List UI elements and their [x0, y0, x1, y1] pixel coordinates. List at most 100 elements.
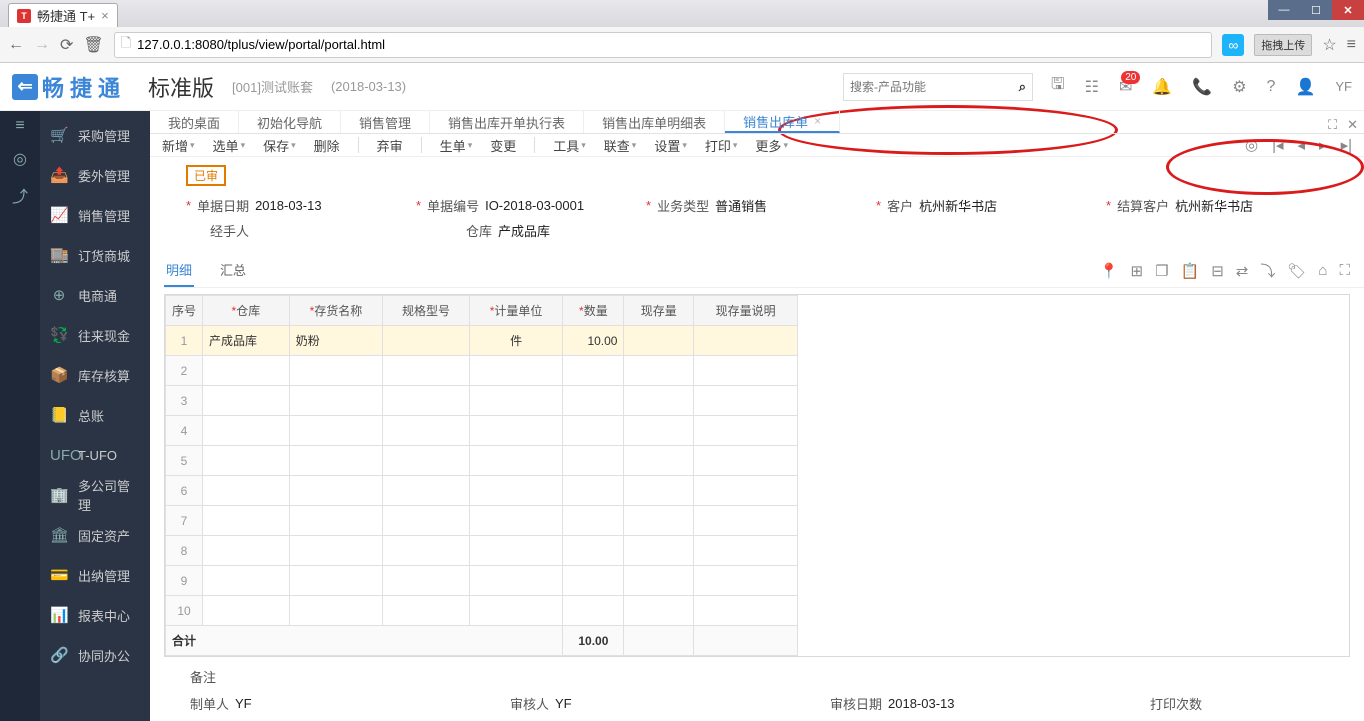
browser-tab[interactable]: T 畅捷通 T+ ×: [8, 3, 118, 27]
sidebar-item-5[interactable]: 💱往来现金: [40, 315, 150, 355]
bill-no[interactable]: IO-2018-03-0001: [485, 198, 584, 213]
first-record-icon[interactable]: |◂: [1272, 136, 1283, 154]
col-7[interactable]: 现存量说明: [694, 296, 798, 326]
sidebar-item-6[interactable]: 📦库存核算: [40, 355, 150, 395]
toolbar-弃审[interactable]: 弃审: [377, 136, 403, 155]
sub-tab-summary[interactable]: 汇总: [218, 254, 248, 287]
search-box[interactable]: ⌕: [843, 73, 1033, 101]
bill-date[interactable]: 2018-03-13: [255, 198, 322, 213]
col-3[interactable]: 规格型号: [383, 296, 470, 326]
gear-icon[interactable]: ⚙: [1232, 77, 1246, 97]
toolbar-选单[interactable]: 选单 ▾: [213, 136, 246, 155]
window-close-button[interactable]: ✕: [1332, 0, 1364, 20]
user-icon[interactable]: 👤: [1295, 77, 1315, 97]
target-icon[interactable]: ◎: [13, 149, 27, 169]
table-row-empty[interactable]: 4: [166, 416, 798, 446]
table-row-empty[interactable]: 3: [166, 386, 798, 416]
col-2[interactable]: *存货名称: [289, 296, 382, 326]
sidebar-item-8[interactable]: UFOT-UFO: [40, 435, 150, 475]
sidebar-item-11[interactable]: 💳出纳管理: [40, 555, 150, 595]
fullscreen-icon[interactable]: ⛶: [1339, 262, 1350, 279]
bookmark-icon[interactable]: ☆: [1322, 35, 1336, 55]
toolbar-新增[interactable]: 新增 ▾: [162, 136, 195, 155]
sidebar-item-12[interactable]: 📊报表中心: [40, 595, 150, 635]
toolbar-保存[interactable]: 保存 ▾: [263, 136, 296, 155]
col-4[interactable]: *计量单位: [469, 296, 562, 326]
close-tab-icon[interactable]: ×: [101, 8, 109, 23]
table-row-empty[interactable]: 10: [166, 596, 798, 626]
prev-record-icon[interactable]: ◂: [1298, 136, 1306, 154]
col-6[interactable]: 现存量: [624, 296, 694, 326]
hamburger-icon[interactable]: ≡: [15, 117, 24, 135]
delete-row-icon[interactable]: ⊟: [1211, 262, 1224, 280]
page-tab-0[interactable]: 我的桌面: [150, 111, 239, 133]
address-bar[interactable]: 🗋: [114, 32, 1213, 58]
search-input[interactable]: [850, 80, 1013, 94]
url-input[interactable]: [137, 37, 1205, 52]
toolbar-生单[interactable]: 生单 ▾: [440, 136, 473, 155]
warehouse[interactable]: 产成品库: [498, 221, 550, 240]
close-all-tabs-icon[interactable]: ✕: [1347, 117, 1358, 133]
home-icon[interactable]: ⌂: [1318, 262, 1327, 279]
toolbar-设置[interactable]: 设置 ▾: [654, 136, 687, 155]
sidebar-item-3[interactable]: 🏬订货商城: [40, 235, 150, 275]
page-tab-2[interactable]: 销售管理: [341, 111, 430, 133]
tag-icon[interactable]: 🏷: [1287, 262, 1306, 280]
locate-icon[interactable]: ◎: [1245, 136, 1258, 154]
tab-close-icon[interactable]: ×: [814, 114, 821, 128]
col-0[interactable]: 序号: [166, 296, 203, 326]
table-row-empty[interactable]: 2: [166, 356, 798, 386]
window-maximize-button[interactable]: ☐: [1300, 0, 1332, 20]
page-tab-4[interactable]: 销售出库单明细表: [584, 111, 725, 133]
customer[interactable]: 杭州新华书店: [919, 196, 997, 215]
extension-icon[interactable]: ∞: [1222, 34, 1244, 56]
pin-icon[interactable]: 📍: [1100, 262, 1119, 280]
export-icon[interactable]: ⤴: [12, 183, 28, 207]
trash-icon[interactable]: 🗑: [83, 35, 103, 55]
table-row-empty[interactable]: 8: [166, 536, 798, 566]
toolbar-更多[interactable]: 更多 ▾: [755, 136, 788, 155]
last-record-icon[interactable]: ▸|: [1341, 136, 1352, 154]
back-icon[interactable]: ←: [8, 36, 24, 54]
sidebar-item-13[interactable]: 🔗协同办公: [40, 635, 150, 675]
reload-icon[interactable]: ⟳: [60, 35, 73, 55]
insert-icon[interactable]: ⤵: [1260, 260, 1275, 281]
tasks-icon[interactable]: ☷: [1085, 77, 1099, 97]
col-1[interactable]: *仓库: [203, 296, 290, 326]
toolbar-变更[interactable]: 变更: [490, 136, 516, 155]
save-header-icon[interactable]: 🖫: [1051, 73, 1065, 100]
search-icon[interactable]: ⌕: [1019, 79, 1026, 95]
toolbar-工具[interactable]: 工具 ▾: [553, 136, 586, 155]
bell-icon[interactable]: 🔔: [1152, 77, 1172, 97]
forward-icon[interactable]: →: [34, 36, 50, 54]
move-up-icon[interactable]: ⇄: [1236, 262, 1249, 280]
sidebar-item-0[interactable]: 🛒采购管理: [40, 115, 150, 155]
messages-icon[interactable]: ✉20: [1119, 77, 1132, 97]
menu-icon[interactable]: ≡: [1347, 36, 1356, 54]
toolbar-打印[interactable]: 打印 ▾: [705, 136, 738, 155]
copy-row-icon[interactable]: ❐: [1155, 262, 1168, 280]
page-tab-1[interactable]: 初始化导航: [239, 111, 341, 133]
table-row-empty[interactable]: 6: [166, 476, 798, 506]
sidebar-item-7[interactable]: 📒总账: [40, 395, 150, 435]
sidebar-item-9[interactable]: 🏢多公司管理: [40, 475, 150, 515]
col-5[interactable]: *数量: [563, 296, 624, 326]
settle-cust[interactable]: 杭州新华书店: [1175, 196, 1253, 215]
sub-tab-detail[interactable]: 明细: [164, 254, 194, 287]
expand-icon[interactable]: ⛶: [1328, 117, 1337, 133]
toolbar-删除[interactable]: 删除: [314, 136, 340, 155]
page-tab-5[interactable]: 销售出库单×: [725, 111, 840, 133]
toolbar-联查[interactable]: 联查 ▾: [604, 136, 637, 155]
sidebar-item-4[interactable]: ⊕电商通: [40, 275, 150, 315]
table-row-empty[interactable]: 9: [166, 566, 798, 596]
phone-icon[interactable]: 📞: [1192, 77, 1212, 97]
table-row-empty[interactable]: 5: [166, 446, 798, 476]
clipboard-icon[interactable]: 📋: [1181, 262, 1200, 280]
page-tab-3[interactable]: 销售出库开单执行表: [430, 111, 584, 133]
table-row[interactable]: 1产成品库奶粉件10.00: [166, 326, 798, 356]
sidebar-item-2[interactable]: 📈销售管理: [40, 195, 150, 235]
biz-type[interactable]: 普通销售: [715, 196, 767, 215]
sidebar-item-10[interactable]: 🏛固定资产: [40, 515, 150, 555]
sidebar-item-1[interactable]: 📤委外管理: [40, 155, 150, 195]
table-row-empty[interactable]: 7: [166, 506, 798, 536]
